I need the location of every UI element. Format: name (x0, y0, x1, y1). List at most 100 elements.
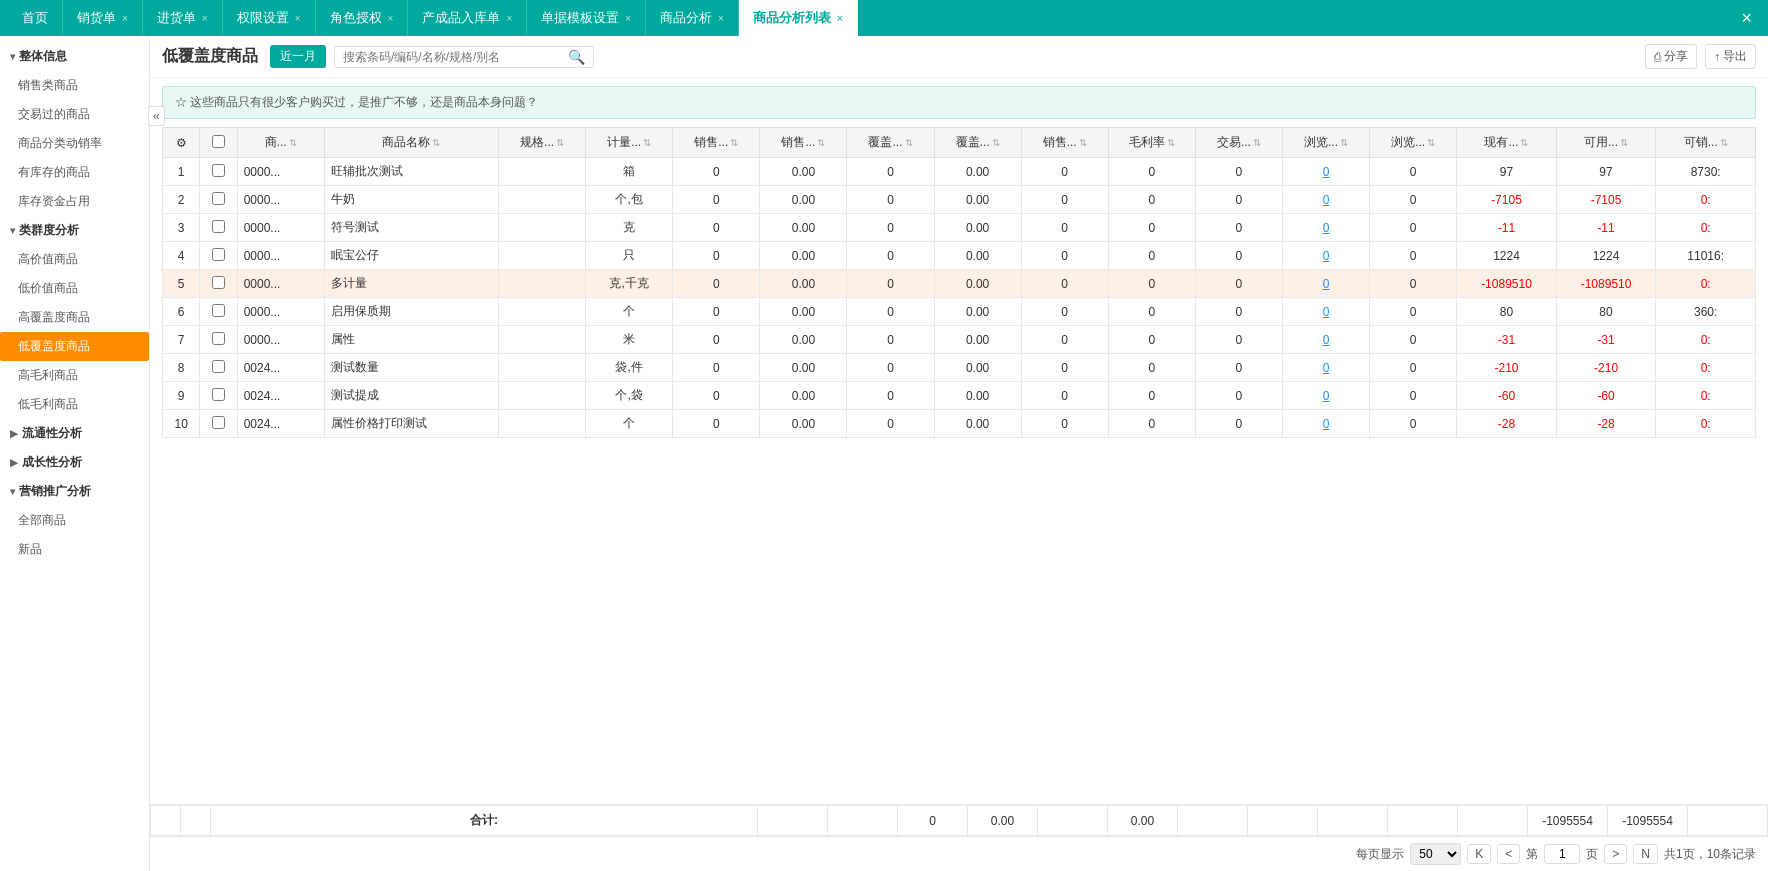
sidebar-collapse-button[interactable]: « (148, 106, 165, 126)
col-cov2[interactable]: 覆盖...⇅ (934, 128, 1021, 158)
nav-tab-sales[interactable]: 销货单 × (63, 0, 143, 36)
close-production-tab[interactable]: × (506, 13, 512, 24)
row-checkbox[interactable] (200, 158, 237, 186)
export-button[interactable]: ↑ 导出 (1705, 44, 1756, 69)
row-checkbox[interactable] (200, 270, 237, 298)
nav-tab-template[interactable]: 单据模板设置 × (527, 0, 646, 36)
first-page-button[interactable]: K (1467, 844, 1491, 864)
col-gross[interactable]: 毛利率⇅ (1108, 128, 1195, 158)
row-checkbox[interactable] (200, 186, 237, 214)
row-select-checkbox[interactable] (212, 220, 225, 233)
col-trans[interactable]: 交易...⇅ (1195, 128, 1282, 158)
row-checkbox[interactable] (200, 410, 237, 438)
close-sales-tab[interactable]: × (122, 13, 128, 24)
row-no: 8 (163, 354, 200, 382)
col-cov1[interactable]: 覆盖...⇅ (847, 128, 934, 158)
row-sales-vol: 0 (1021, 354, 1108, 382)
close-analysis-tab[interactable]: × (718, 13, 724, 24)
row-br1[interactable]: 0 (1282, 326, 1369, 354)
sidebar-group-liquidity[interactable]: ▶ 流通性分析 (0, 419, 149, 448)
search-input[interactable] (343, 50, 564, 64)
col-current[interactable]: 现有...⇅ (1457, 128, 1557, 158)
row-select-checkbox[interactable] (212, 388, 225, 401)
col-sales-vol[interactable]: 销售...⇅ (1021, 128, 1108, 158)
next-page-button[interactable]: > (1604, 844, 1627, 864)
sidebar-item-stock-fund[interactable]: 库存资金占用 (0, 187, 149, 216)
row-br1[interactable]: 0 (1282, 242, 1369, 270)
row-code: 0024... (237, 382, 324, 410)
row-br1[interactable]: 0 (1282, 186, 1369, 214)
col-checkbox[interactable] (200, 128, 237, 158)
row-br1[interactable]: 0 (1282, 270, 1369, 298)
select-all-checkbox[interactable] (212, 135, 225, 148)
row-select-checkbox[interactable] (212, 164, 225, 177)
close-purchase-tab[interactable]: × (202, 13, 208, 24)
col-br2[interactable]: 浏览...⇅ (1370, 128, 1457, 158)
row-checkbox[interactable] (200, 382, 237, 410)
sidebar-item-category-sales-rate[interactable]: 商品分类动销率 (0, 129, 149, 158)
nav-tab-role[interactable]: 角色授权 × (316, 0, 409, 36)
col-sales-amt[interactable]: 销售...⇅ (760, 128, 847, 158)
search-icon[interactable]: 🔍 (568, 49, 585, 65)
row-select-checkbox[interactable] (212, 248, 225, 261)
nav-tab-production[interactable]: 产成品入库单 × (408, 0, 527, 36)
row-checkbox[interactable] (200, 242, 237, 270)
row-checkbox[interactable] (200, 298, 237, 326)
row-checkbox[interactable] (200, 214, 237, 242)
sidebar-item-traded-goods[interactable]: 交易过的商品 (0, 100, 149, 129)
sidebar-group-overall[interactable]: ▾ 整体信息 (0, 42, 149, 71)
row-select-checkbox[interactable] (212, 192, 225, 205)
share-button[interactable]: ⎙ 分享 (1645, 44, 1697, 69)
row-br1[interactable]: 0 (1282, 410, 1369, 438)
sidebar-item-new-goods[interactable]: 新品 (0, 535, 149, 564)
close-template-tab[interactable]: × (625, 13, 631, 24)
row-checkbox[interactable] (200, 354, 237, 382)
nav-tab-analysis[interactable]: 商品分析 × (646, 0, 739, 36)
sidebar-item-all-goods[interactable]: 全部商品 (0, 506, 149, 535)
page-number-input[interactable] (1544, 844, 1580, 864)
row-checkbox[interactable] (200, 326, 237, 354)
row-select-checkbox[interactable] (212, 332, 225, 345)
row-select-checkbox[interactable] (212, 360, 225, 373)
sidebar-group-cluster[interactable]: ▾ 类群度分析 (0, 216, 149, 245)
row-select-checkbox[interactable] (212, 276, 225, 289)
row-select-checkbox[interactable] (212, 304, 225, 317)
nav-tab-analysis-list[interactable]: 商品分析列表 × (739, 0, 858, 36)
sidebar-item-high-margin[interactable]: 高毛利商品 (0, 361, 149, 390)
col-unit[interactable]: 计量...⇅ (586, 128, 673, 158)
sidebar-item-high-coverage[interactable]: 高覆盖度商品 (0, 303, 149, 332)
nav-tab-purchase[interactable]: 进货单 × (143, 0, 223, 36)
col-settings[interactable]: ⚙ (163, 128, 200, 158)
per-page-select[interactable]: 50 20 100 200 (1410, 843, 1461, 865)
row-br1[interactable]: 0 (1282, 214, 1369, 242)
sidebar-item-in-stock[interactable]: 有库存的商品 (0, 158, 149, 187)
col-spec[interactable]: 规格...⇅ (499, 128, 586, 158)
close-permission-tab[interactable]: × (295, 13, 301, 24)
row-select-checkbox[interactable] (212, 416, 225, 429)
sidebar-item-low-value[interactable]: 低价值商品 (0, 274, 149, 303)
row-br1[interactable]: 0 (1282, 298, 1369, 326)
last-page-button[interactable]: N (1633, 844, 1658, 864)
sidebar-item-low-margin[interactable]: 低毛利商品 (0, 390, 149, 419)
col-available[interactable]: 可用...⇅ (1556, 128, 1656, 158)
col-sales-qty[interactable]: 销售...⇅ (673, 128, 760, 158)
close-analysis-list-tab[interactable]: × (837, 13, 843, 24)
col-sellable[interactable]: 可销...⇅ (1656, 128, 1756, 158)
row-br1[interactable]: 0 (1282, 382, 1369, 410)
sidebar-item-low-coverage[interactable]: 低覆盖度商品 (0, 332, 149, 361)
sidebar-group-marketing[interactable]: ▾ 营销推广分析 (0, 477, 149, 506)
close-role-tab[interactable]: × (388, 13, 394, 24)
prev-page-button[interactable]: < (1497, 844, 1520, 864)
col-name[interactable]: 商品名称⇅ (324, 128, 498, 158)
window-close-button[interactable]: × (1733, 8, 1760, 29)
sidebar-item-sales-goods[interactable]: 销售类商品 (0, 71, 149, 100)
col-code[interactable]: 商...⇅ (237, 128, 324, 158)
row-br1[interactable]: 0 (1282, 158, 1369, 186)
sidebar-group-growth[interactable]: ▶ 成长性分析 (0, 448, 149, 477)
nav-tab-home[interactable]: 首页 (8, 0, 63, 36)
nav-tab-permission[interactable]: 权限设置 × (223, 0, 316, 36)
col-br1[interactable]: 浏览...⇅ (1282, 128, 1369, 158)
sidebar-item-high-value[interactable]: 高价值商品 (0, 245, 149, 274)
row-br1[interactable]: 0 (1282, 354, 1369, 382)
period-button[interactable]: 近一月 (270, 45, 326, 68)
